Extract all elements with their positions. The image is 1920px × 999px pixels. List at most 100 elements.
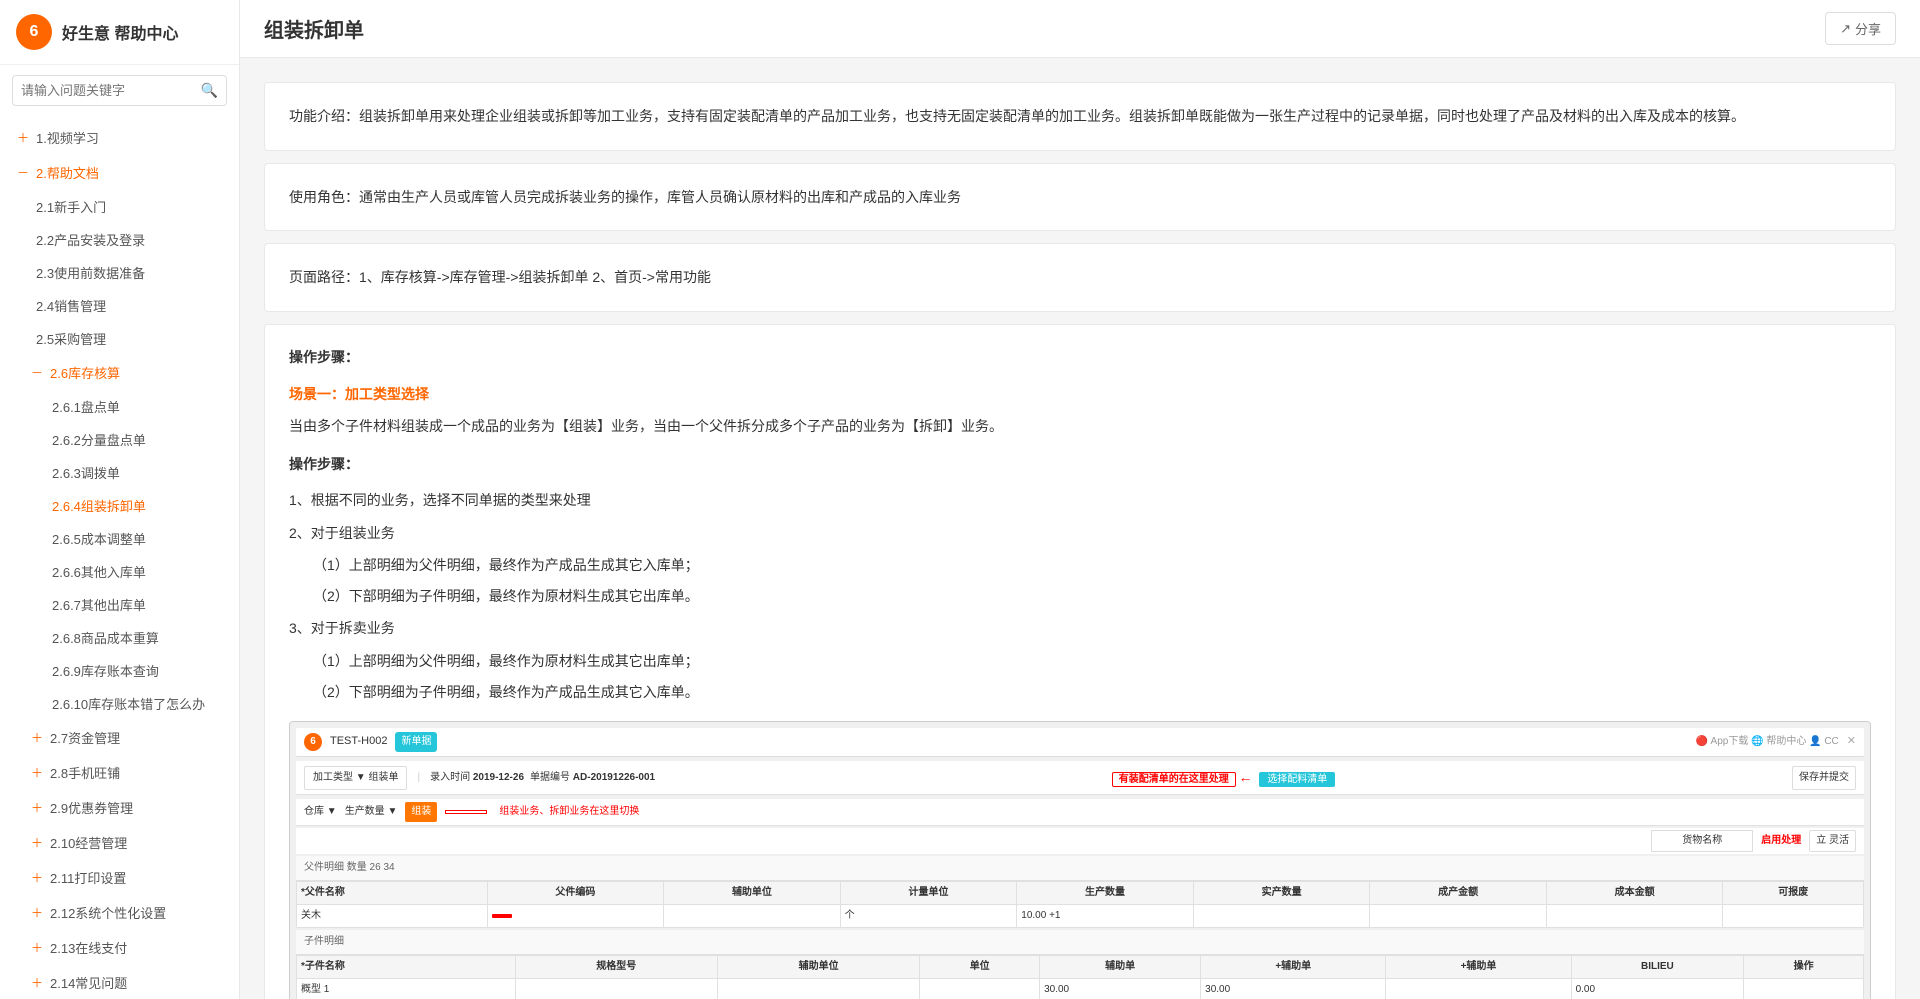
sidebar-item-ops[interactable]: ＋ 2.10经营管理: [0, 825, 239, 860]
sidebar-item-video[interactable]: ＋ 1.视频学习: [0, 120, 239, 155]
sidebar-item-assembly[interactable]: 2.6.4组装拆卸单: [0, 489, 239, 522]
sidebar-item-stockcheck[interactable]: 2.6.9库存账本查询: [0, 654, 239, 687]
page-header: 组装拆卸单 ↗ 分享: [240, 0, 1920, 58]
sidebar-item-coupon[interactable]: ＋ 2.9优惠券管理: [0, 790, 239, 825]
ss-qty-label: 生产数量 ▼: [345, 803, 398, 821]
ss-close[interactable]: ✕: [1847, 732, 1856, 752]
sidebar-item-docs[interactable]: － 2.帮助文档: [0, 155, 239, 190]
sidebar-item-data[interactable]: 2.3使用前数据准备: [0, 256, 239, 289]
main-area: 组装拆卸单 ↗ 分享 功能介绍：组装拆卸单用来处理企业组装或拆卸等加工业务，支持…: [240, 0, 1920, 999]
sidebar-item-partial[interactable]: 2.6.2分量盘点单: [0, 423, 239, 456]
screenshot-container: 6 TEST-H002 新单据 🔴 App下载 🌐 帮助中心 👤 CC ✕ 加工…: [289, 721, 1871, 999]
sidebar-item-faq[interactable]: ＋ 2.14常见问题: [0, 965, 239, 999]
sidebar-item-mobile[interactable]: ＋ 2.8手机旺铺: [0, 755, 239, 790]
share-button[interactable]: ↗ 分享: [1825, 12, 1896, 45]
ss-type-select: 加工类型 ▼ 组装单: [304, 766, 407, 790]
expand-icon: ＋: [30, 801, 44, 815]
sidebar-item-adjust[interactable]: 2.6.3调拨单: [0, 456, 239, 489]
ss-title: TEST-H002: [330, 732, 387, 752]
step3: 3、对于拆卖业务: [289, 615, 1871, 642]
ss-approve-btn: 立 灵活: [1809, 830, 1856, 852]
ss-code-label: 单据编号 AD-20191226-001: [530, 769, 655, 787]
search-input[interactable]: [21, 83, 201, 98]
ss-new-tab: 新单据: [395, 732, 437, 752]
ss-logo: 6: [304, 733, 322, 751]
sidebar-item-label: 2.13在线支付: [50, 938, 127, 957]
sidebar-item-cost[interactable]: 2.6.5成本调整单: [0, 522, 239, 555]
search-box[interactable]: 🔍: [12, 75, 227, 106]
sidebar-item-system[interactable]: ＋ 2.12系统个性化设置: [0, 895, 239, 930]
ss-input-box: 货物名称: [1651, 830, 1753, 852]
sidebar-item-label: 2.6库存核算: [50, 363, 120, 382]
expand-icon: ＋: [30, 766, 44, 780]
logo-icon: 6: [16, 14, 52, 50]
share-label: 分享: [1855, 19, 1881, 38]
sidebar-item-label: 2.12系统个性化设置: [50, 903, 166, 922]
sidebar-item-label: 2.帮助文档: [36, 163, 99, 182]
sidebar-item-pay[interactable]: ＋ 2.13在线支付: [0, 930, 239, 965]
step2-sub2: （2）下部明细为子件明细，最终作为原材料生成其它出库单。: [313, 583, 1871, 610]
ss-child-table: *子件名称 规格型号 辅助单位 单位 辅助单 +辅助单 +辅助单 BILIEU …: [296, 955, 1864, 999]
ss-date-label: 录入时间 2019-12-26: [430, 769, 524, 787]
sidebar-item-goodscost[interactable]: 2.6.8商品成本重算: [0, 621, 239, 654]
ss-arrow1: ←: [1239, 769, 1253, 785]
ss-arrow-down: ↓: [488, 925, 493, 928]
sidebar-item-label: 2.9优惠券管理: [50, 798, 133, 817]
sidebar-item-label: 2.10经营管理: [50, 833, 127, 852]
sidebar-item-otheroutbound[interactable]: 2.6.7其他出库单: [0, 588, 239, 621]
operation-title: 操作步骤：: [289, 345, 1871, 370]
path-card: 页面路径：1、库存核算->库存管理->组装拆卸单 2、首页->常用功能: [264, 243, 1896, 312]
sidebar-item-new[interactable]: 2.1新手入门: [0, 190, 239, 223]
sidebar-item-label: 2.8手机旺铺: [50, 763, 120, 782]
page-title: 组装拆卸单: [264, 14, 364, 43]
ss-highlighted-cell: [492, 914, 512, 918]
share-icon: ↗: [1840, 21, 1851, 37]
expand-icon: ＋: [30, 871, 44, 885]
sidebar-item-stocktake[interactable]: 2.6.1盘点单: [0, 390, 239, 423]
sidebar-item-print[interactable]: ＋ 2.11打印设置: [0, 860, 239, 895]
nav-section: ＋ 1.视频学习 － 2.帮助文档 2.1新手入门 2.2产品安装及登录 2.3…: [0, 116, 239, 999]
sidebar-item-label: 2.11打印设置: [50, 868, 126, 887]
expand-icon: ＋: [30, 836, 44, 850]
intro-card: 功能介绍：组装拆卸单用来处理企业组装或拆卸等加工业务，支持有固定装配清单的产品加…: [264, 82, 1896, 151]
step1: 1、根据不同的业务，选择不同单据的类型来处理: [289, 487, 1871, 514]
step3-sub1: （1）上部明细为父件明细，最终作为原材料生成其它出库单；: [313, 648, 1871, 675]
sidebar-item-label: 1.视频学习: [36, 128, 99, 147]
expand-icon: ＋: [16, 131, 30, 145]
sidebar-item-finance[interactable]: ＋ 2.7资金管理: [0, 720, 239, 755]
step3-sub2: （2）下部明细为子件明细，最终作为产成品生成其它入库单。: [313, 679, 1871, 706]
sidebar-item-sales[interactable]: 2.4销售管理: [0, 289, 239, 322]
sidebar-item-inventory[interactable]: － 2.6库存核算: [0, 355, 239, 390]
sidebar-item-otherinbound[interactable]: 2.6.6其他入库单: [0, 555, 239, 588]
expand-icon: ＋: [30, 731, 44, 745]
search-icon[interactable]: 🔍: [201, 82, 218, 99]
ss-annotation4: 启用处理: [1761, 832, 1801, 850]
sidebar-item-purchase[interactable]: 2.5采购管理: [0, 322, 239, 355]
sidebar-item-stockerror[interactable]: 2.6.10库存账本错了怎么办: [0, 687, 239, 720]
step2-sub1: （1）上部明细为父件明细，最终作为产成品生成其它入库单；: [313, 552, 1871, 579]
ss-company: 仓库 ▼: [304, 803, 337, 821]
app-title: 好生意 帮助中心: [62, 20, 178, 44]
step2: 2、对于组装业务: [289, 520, 1871, 547]
expand-icon: ＋: [30, 906, 44, 920]
sidebar: 6 好生意 帮助中心 🔍 ＋ 1.视频学习 － 2.帮助文档 2.1新手入门 2…: [0, 0, 240, 999]
ss-type-highlight: [445, 810, 487, 814]
ss-save-btn: 保存并提交: [1792, 766, 1856, 790]
ss-parent-table: *父件名称 父件编码 辅助单位 计量单位 生产数量 实产数量 成产金额 成本金额…: [296, 881, 1864, 928]
expand-icon: ＋: [30, 976, 44, 990]
scene1-intro: 当由多个子件材料组装成一个成品的业务为【组装】业务，当由一个父件拆分成多个子产品…: [289, 413, 1871, 440]
sidebar-item-install[interactable]: 2.2产品安装及登录: [0, 223, 239, 256]
ss-annotation1: 有装配清单的在这里处理: [1112, 772, 1236, 787]
sidebar-item-label: 2.14常见问题: [50, 973, 127, 992]
collapse-icon: －: [16, 166, 30, 180]
sidebar-header: 6 好生意 帮助中心: [0, 0, 239, 65]
collapse-icon: －: [30, 366, 44, 380]
role-card: 使用角色：通常由生产人员或库管人员完成拆装业务的操作，库管人员确认原材料的出库和…: [264, 163, 1896, 232]
operations-card: 操作步骤： 场景一：加工类型选择 当由多个子件材料组装成一个成品的业务为【组装】…: [264, 324, 1896, 999]
ss-annotation3: 组装业务、拆卸业务在这里切换: [499, 803, 639, 821]
intro-text: 功能介绍：组装拆卸单用来处理企业组装或拆卸等加工业务，支持有固定装配清单的产品加…: [289, 103, 1871, 130]
role-text: 使用角色：通常由生产人员或库管人员完成拆装业务的操作，库管人员确认原材料的出库和…: [289, 184, 1871, 211]
ss-select-btn: 选择配料清单: [1259, 772, 1335, 787]
ss-top-icons: 🔴 App下载 🌐 帮助中心 👤 CC: [1696, 733, 1839, 751]
scene1-title: 场景一：加工类型选择: [289, 382, 1871, 407]
